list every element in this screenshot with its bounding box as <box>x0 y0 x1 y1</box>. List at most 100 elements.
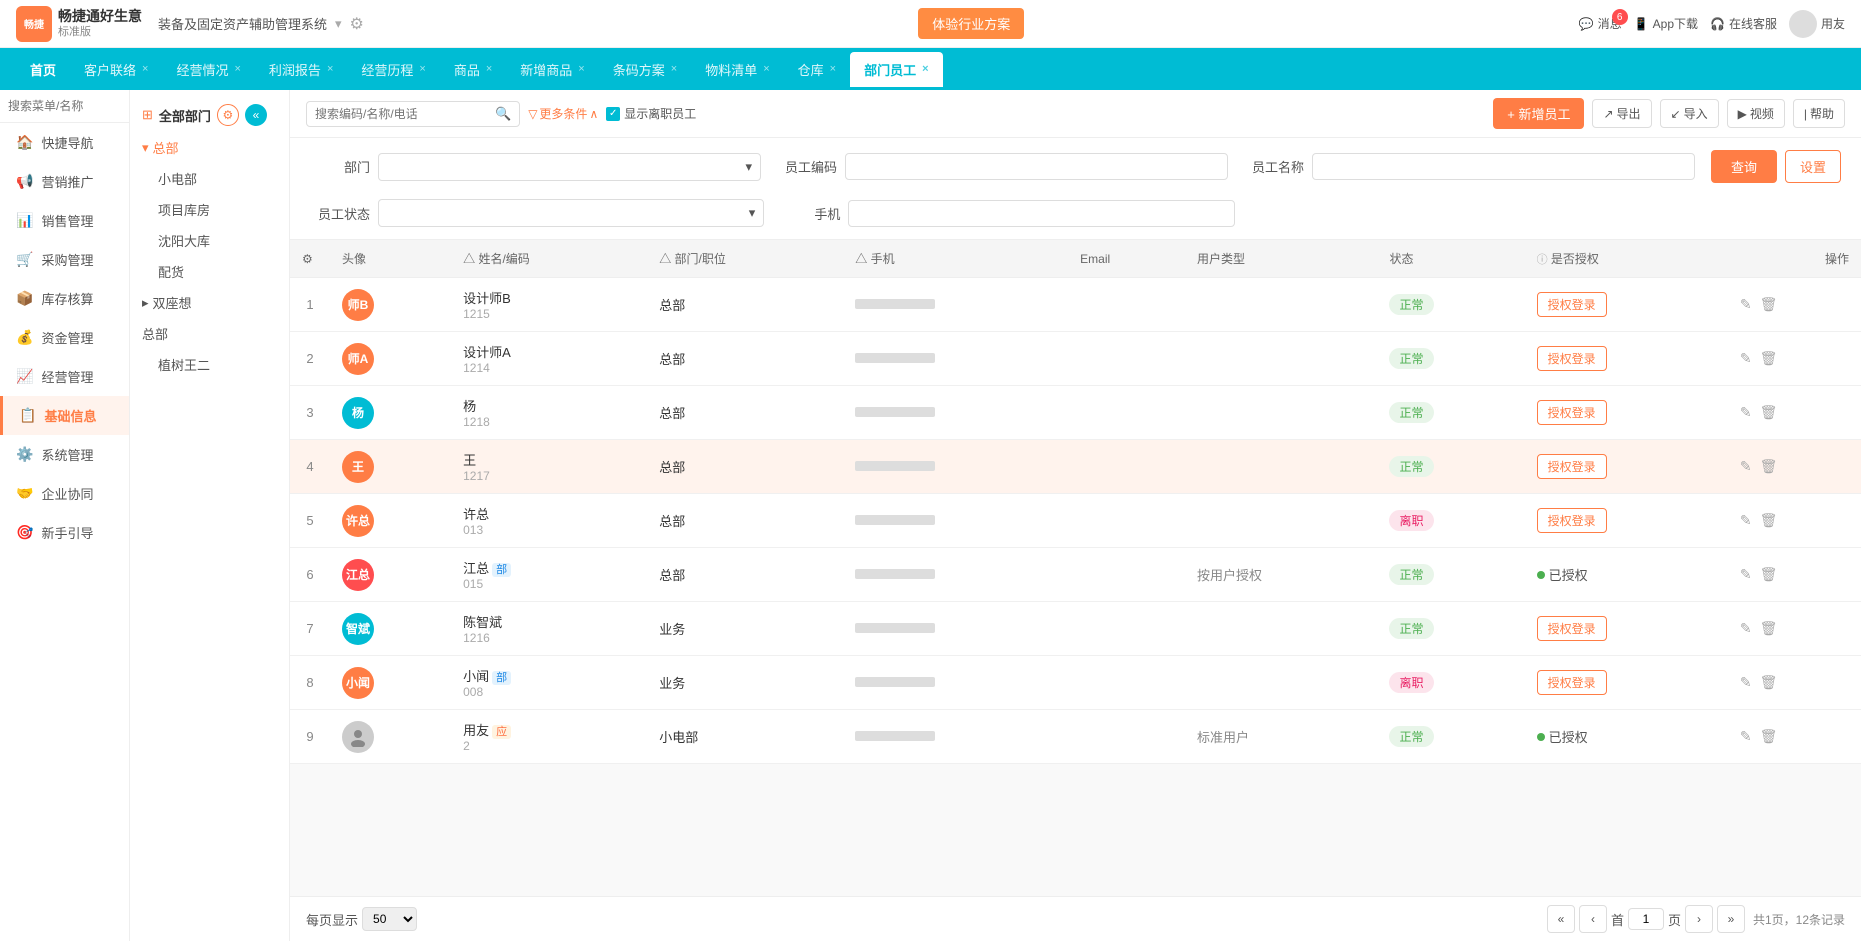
edit-icon[interactable]: ✎ <box>1740 566 1752 583</box>
dept-settings-btn[interactable]: ⚙ <box>217 104 239 126</box>
sidebar-item-basic[interactable]: 📋 基础信息 <box>0 396 129 435</box>
dept-item-headquarters[interactable]: ▾ 总部 <box>130 132 289 163</box>
dept-item-shuangzuo[interactable]: ▸ 双座想 <box>130 287 289 318</box>
col-settings[interactable]: ⚙ <box>290 240 330 278</box>
edit-icon[interactable]: ✎ <box>1740 674 1752 691</box>
auth-btn[interactable]: 授权登录 <box>1537 400 1607 425</box>
auth-btn[interactable]: 授权登录 <box>1537 346 1607 371</box>
page-number-input[interactable] <box>1628 908 1664 930</box>
settings-icon[interactable]: ⚙ <box>350 14 364 34</box>
search-input[interactable] <box>8 99 130 113</box>
status-select[interactable]: ▾ <box>378 199 764 227</box>
col-dept[interactable]: △ 部门/职位 <box>647 240 843 278</box>
sidebar-item-management[interactable]: 📈 经营管理 <box>0 357 129 396</box>
message-btn[interactable]: 💬 消息 6 <box>1579 15 1622 32</box>
import-btn[interactable]: ↙ 导入 <box>1660 99 1719 128</box>
dept-item-xiaodian[interactable]: 小电部 <box>130 163 289 194</box>
close-icon[interactable]: × <box>419 63 425 75</box>
sidebar-item-system[interactable]: ⚙️ 系统管理 <box>0 435 129 474</box>
edit-icon[interactable]: ✎ <box>1740 458 1752 475</box>
set-btn[interactable]: 设置 <box>1785 150 1841 183</box>
tab-profit[interactable]: 利润报告 × <box>255 52 347 87</box>
dept-item-peihuo[interactable]: 配货 <box>130 256 289 287</box>
online-service-btn[interactable]: 🎧 在线客服 <box>1710 15 1777 32</box>
delete-icon[interactable]: 🗑 <box>1760 350 1778 367</box>
delete-icon[interactable]: 🗑 <box>1760 620 1778 637</box>
delete-icon[interactable]: 🗑 <box>1760 512 1778 529</box>
edit-icon[interactable]: ✎ <box>1740 296 1752 313</box>
delete-icon[interactable]: 🗑 <box>1760 674 1778 691</box>
first-page-btn[interactable]: « <box>1547 905 1575 933</box>
delete-icon[interactable]: 🗑 <box>1760 566 1778 583</box>
phone-input[interactable] <box>848 200 1234 227</box>
prev-page-btn[interactable]: ‹ <box>1579 905 1607 933</box>
close-icon[interactable]: × <box>234 63 240 75</box>
edit-icon[interactable]: ✎ <box>1740 350 1752 367</box>
sidebar-item-quicknav[interactable]: 🏠 快捷导航 <box>0 123 129 162</box>
dept-item-project[interactable]: 项目库房 <box>130 194 289 225</box>
delete-icon[interactable]: 🗑 <box>1760 404 1778 421</box>
close-icon[interactable]: × <box>922 63 928 75</box>
per-page-select[interactable]: 50 20 100 <box>362 907 417 931</box>
sidebar-item-finance[interactable]: 💰 资金管理 <box>0 318 129 357</box>
dropdown-arrow-icon[interactable]: ▾ <box>335 16 342 32</box>
sidebar-item-collab[interactable]: 🤝 企业协同 <box>0 474 129 513</box>
edit-icon[interactable]: ✎ <box>1740 512 1752 529</box>
tab-operation[interactable]: 经营情况 × <box>162 52 254 87</box>
next-page-btn[interactable]: › <box>1685 905 1713 933</box>
tab-add-goods[interactable]: 新增商品 × <box>506 52 598 87</box>
tab-bom[interactable]: 物料清单 × <box>691 52 783 87</box>
trial-btn[interactable]: 体验行业方案 <box>918 8 1024 39</box>
delete-icon[interactable]: 🗑 <box>1760 458 1778 475</box>
auth-btn[interactable]: 授权登录 <box>1537 292 1607 317</box>
tab-goods[interactable]: 商品 × <box>440 52 506 87</box>
dept-item-zongbu2[interactable]: 总部 <box>130 318 289 349</box>
tab-dept-staff[interactable]: 部门员工 × <box>850 52 942 87</box>
tab-warehouse[interactable]: 仓库 × <box>784 52 850 87</box>
close-icon[interactable]: × <box>763 63 769 75</box>
more-conditions-btn[interactable]: ▽ 更多条件 ∧ <box>528 105 598 122</box>
user-menu[interactable]: 用友 <box>1789 10 1845 38</box>
close-icon[interactable]: × <box>486 63 492 75</box>
search-icon[interactable]: 🔍 <box>495 106 511 122</box>
edit-icon[interactable]: ✎ <box>1740 404 1752 421</box>
tab-customer[interactable]: 客户联络 × <box>70 52 162 87</box>
sidebar-item-marketing[interactable]: 📢 营销推广 <box>0 162 129 201</box>
delete-icon[interactable]: 🗑 <box>1760 728 1778 745</box>
dept-item-zhishu[interactable]: 植树王二 <box>130 349 289 380</box>
col-name[interactable]: △ 姓名/编码 <box>451 240 647 278</box>
tab-history[interactable]: 经营历程 × <box>347 52 439 87</box>
show-hidden-checkbox[interactable]: ✓ 显示离职员工 <box>606 105 696 122</box>
video-btn[interactable]: ▶ 视频 <box>1727 99 1785 128</box>
tab-barcode[interactable]: 条码方案 × <box>599 52 691 87</box>
sidebar-item-inventory[interactable]: 📦 库存核算 <box>0 279 129 318</box>
edit-icon[interactable]: ✎ <box>1740 620 1752 637</box>
auth-btn[interactable]: 授权登录 <box>1537 616 1607 641</box>
close-icon[interactable]: × <box>830 63 836 75</box>
employee-code-input[interactable] <box>845 153 1228 180</box>
add-employee-btn[interactable]: + 新增员工 <box>1493 98 1584 129</box>
sidebar-item-guide[interactable]: 🎯 新手引导 <box>0 513 129 552</box>
close-icon[interactable]: × <box>327 63 333 75</box>
close-icon[interactable]: × <box>578 63 584 75</box>
export-btn[interactable]: ↗ 导出 <box>1592 99 1651 128</box>
query-btn[interactable]: 查询 <box>1711 150 1777 183</box>
search-field[interactable] <box>315 107 495 121</box>
auth-btn[interactable]: 授权登录 <box>1537 508 1607 533</box>
tab-home[interactable]: 首页 <box>16 52 70 87</box>
close-icon[interactable]: × <box>142 63 148 75</box>
dept-item-shenyang[interactable]: 沈阳大库 <box>130 225 289 256</box>
col-phone[interactable]: △ 手机 <box>843 240 1068 278</box>
help-btn[interactable]: | 帮助 <box>1793 99 1845 128</box>
edit-icon[interactable]: ✎ <box>1740 728 1752 745</box>
collapse-btn[interactable]: « <box>245 104 267 126</box>
dept-select[interactable]: ▾ <box>378 153 761 181</box>
delete-icon[interactable]: 🗑 <box>1760 296 1778 313</box>
auth-btn[interactable]: 授权登录 <box>1537 670 1607 695</box>
close-icon[interactable]: × <box>671 63 677 75</box>
sidebar-item-purchase[interactable]: 🛒 采购管理 <box>0 240 129 279</box>
app-download-btn[interactable]: 📱 App下载 <box>1634 15 1698 32</box>
last-page-btn[interactable]: » <box>1717 905 1745 933</box>
auth-btn[interactable]: 授权登录 <box>1537 454 1607 479</box>
employee-name-input[interactable] <box>1312 153 1695 180</box>
